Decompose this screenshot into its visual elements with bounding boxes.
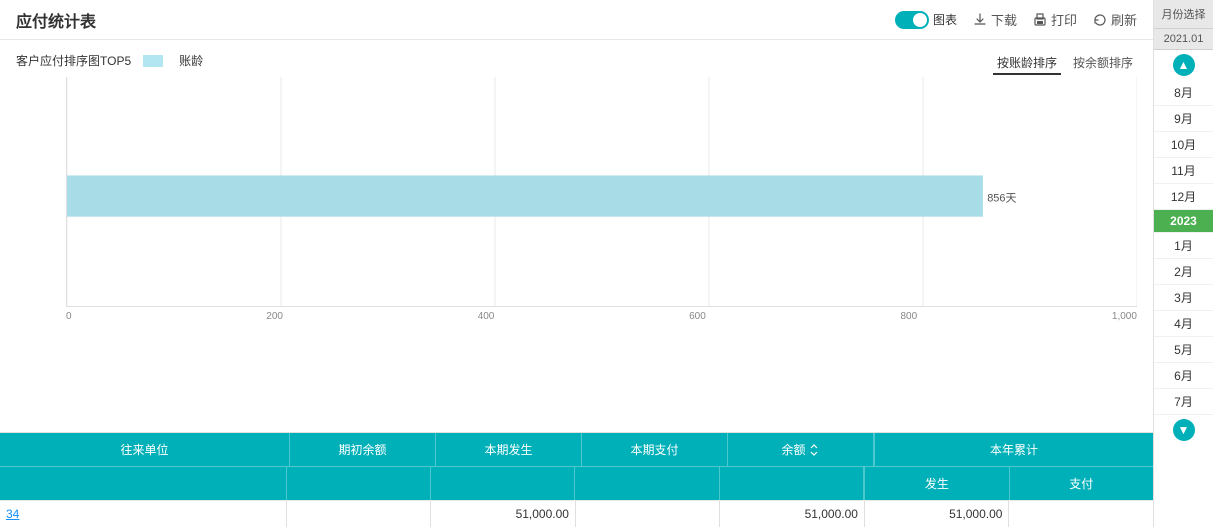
sidebar-year-marker[interactable]: 2023 — [1154, 210, 1213, 233]
td-year-gen: 51,000.00 — [865, 501, 1010, 527]
sidebar-month-4[interactable]: 4月 — [1154, 311, 1213, 337]
download-label: 下载 — [991, 10, 1017, 29]
legend-color-label: 账龄 — [179, 52, 203, 69]
sidebar-month-3[interactable]: 3月 — [1154, 285, 1213, 311]
svg-text:856天: 856天 — [987, 192, 1016, 204]
sidebar-month-7[interactable]: 7月 — [1154, 389, 1213, 415]
th-period-balance: 期初余额 — [290, 433, 436, 466]
sidebar-month-5[interactable]: 5月 — [1154, 337, 1213, 363]
table-sub-header: 发生 支付 — [0, 466, 1153, 500]
th-current-gen: 本期发生 — [436, 433, 582, 466]
td-period-balance — [287, 501, 432, 527]
sidebar-title: 月份选择 — [1154, 0, 1213, 29]
td-current-gen: 51,000.00 — [431, 501, 576, 527]
download-button[interactable]: 下载 — [973, 10, 1017, 29]
th-sub-current-gen — [431, 467, 575, 500]
chart-header: 客户应付排序图TOP5 账龄 按账龄排序 按余额排序 — [16, 52, 1137, 77]
header-actions: 图表 下载 打印 刷新 — [895, 10, 1137, 29]
sidebar-down-btn[interactable]: ▼ — [1173, 419, 1195, 441]
print-icon — [1033, 13, 1047, 27]
sort-by-balance-btn[interactable]: 按账龄排序 — [993, 52, 1061, 75]
th-sub-year-pay: 支付 — [1010, 467, 1153, 500]
balance-sort-icon — [808, 444, 820, 456]
sidebar-month-10[interactable]: 10月 — [1154, 132, 1213, 158]
th-sub-balance — [720, 467, 864, 500]
table-row: 34 51,000.00 51,000.00 51,000.00 — [0, 500, 1153, 527]
print-label: 打印 — [1051, 10, 1077, 29]
th-balance: 余额 — [728, 433, 874, 466]
sidebar-month-8[interactable]: 8月 — [1154, 80, 1213, 106]
chart-toggle[interactable] — [895, 11, 929, 29]
td-unit[interactable]: 34 — [0, 501, 287, 527]
th-unit: 往来单位 — [0, 433, 290, 466]
sidebar-month-9[interactable]: 9月 — [1154, 106, 1213, 132]
chart-section: 客户应付排序图TOP5 账龄 按账龄排序 按余额排序 — [0, 40, 1153, 432]
sidebar-month-6[interactable]: 6月 — [1154, 363, 1213, 389]
x-label-1000: 1,000 — [1112, 311, 1137, 322]
th-sub-period-bal — [287, 467, 431, 500]
legend-color-box — [143, 55, 163, 67]
th-year-cumul: 本年累计 — [874, 433, 1153, 466]
chart-drawing-area: 34 856天 0 200 400 600 800 1,000 — [16, 77, 1137, 337]
td-year-pay — [1009, 501, 1153, 527]
td-balance: 51,000.00 — [720, 501, 865, 527]
sidebar-up-btn[interactable]: ▲ — [1173, 54, 1195, 76]
table-section: 往来单位 期初余额 本期发生 本期支付 余额 本年累计 发生 支付 34 51,… — [0, 432, 1153, 527]
sidebar-month-11[interactable]: 11月 — [1154, 158, 1213, 184]
sidebar-current-value: 2021.01 — [1154, 29, 1213, 50]
chart-y-axis — [16, 77, 66, 307]
refresh-icon — [1093, 13, 1107, 27]
th-sub-current-pay — [575, 467, 719, 500]
sort-buttons: 按账龄排序 按余额排序 — [993, 52, 1137, 75]
td-current-pay — [576, 501, 721, 527]
th-sub-unit — [0, 467, 287, 500]
sidebar-month-1[interactable]: 1月 — [1154, 233, 1213, 259]
th-sub-year-gen: 发生 — [864, 467, 1009, 500]
x-label-400: 400 — [478, 311, 495, 322]
th-current-pay: 本期支付 — [582, 433, 728, 466]
chart-toggle-wrap[interactable]: 图表 — [895, 11, 957, 29]
x-label-0: 0 — [66, 311, 72, 322]
sidebar-month-2[interactable]: 2月 — [1154, 259, 1213, 285]
table-header-row: 往来单位 期初余额 本期发生 本期支付 余额 本年累计 — [0, 433, 1153, 466]
month-sidebar: 月份选择 2021.01 ▲ 8月 9月 10月 11月 12月 2023 1月… — [1153, 0, 1213, 527]
refresh-label: 刷新 — [1111, 10, 1137, 29]
chart-toggle-label: 图表 — [933, 11, 957, 28]
page-title: 应付统计表 — [16, 8, 96, 32]
print-button[interactable]: 打印 — [1033, 10, 1077, 29]
chart-bars: 34 856天 — [66, 77, 1137, 307]
x-label-800: 800 — [901, 311, 918, 322]
download-icon — [973, 13, 987, 27]
chart-x-axis: 0 200 400 600 800 1,000 — [66, 307, 1137, 337]
x-label-600: 600 — [689, 311, 706, 322]
chart-grid: 34 856天 — [67, 77, 1137, 306]
sidebar-month-12[interactable]: 12月 — [1154, 184, 1213, 210]
legend-text: 客户应付排序图TOP5 — [16, 52, 131, 69]
refresh-button[interactable]: 刷新 — [1093, 10, 1137, 29]
x-label-200: 200 — [266, 311, 283, 322]
chart-legend: 客户应付排序图TOP5 账龄 — [16, 52, 203, 69]
sort-by-amount-btn[interactable]: 按余额排序 — [1069, 52, 1137, 75]
